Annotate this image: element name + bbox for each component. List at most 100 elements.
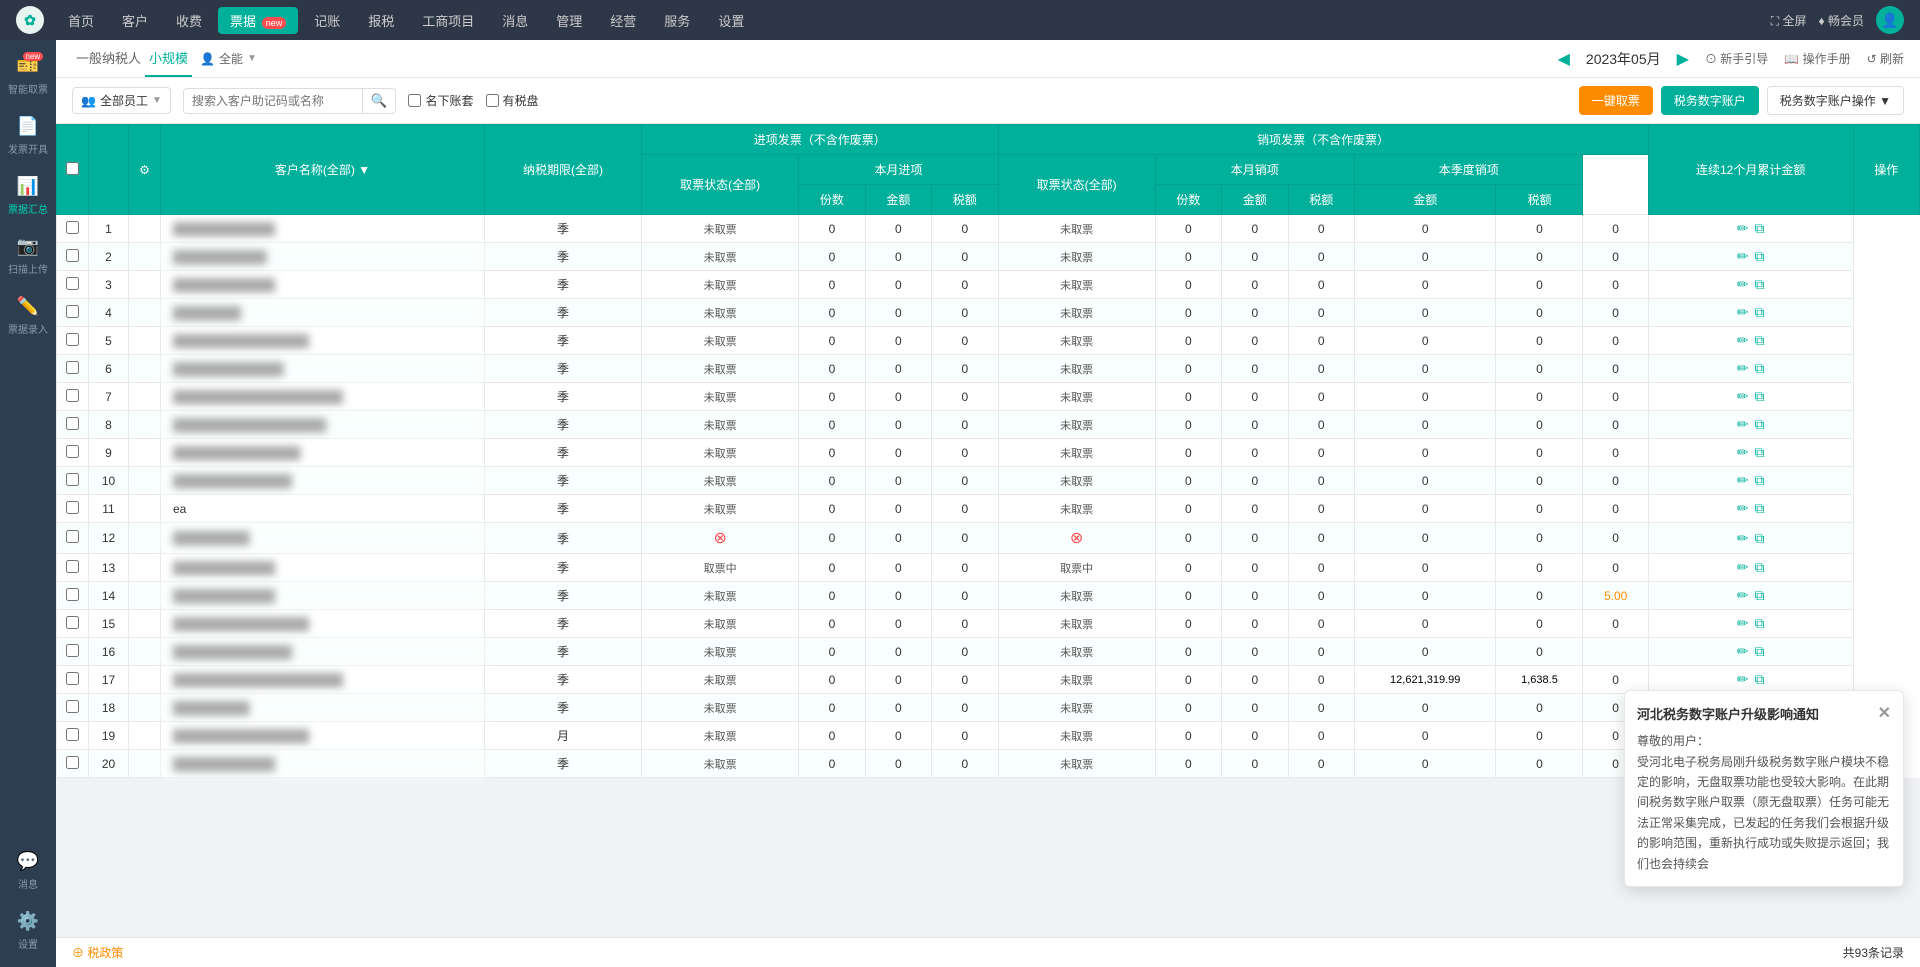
row-select-checkbox[interactable] <box>66 473 79 486</box>
row-checkbox[interactable] <box>57 523 89 554</box>
row-select-checkbox[interactable] <box>66 389 79 402</box>
row-checkbox[interactable] <box>57 299 89 327</box>
row-select-checkbox[interactable] <box>66 616 79 629</box>
sidebar-item-message[interactable]: 💬 消息 <box>2 843 54 899</box>
nav-message[interactable]: 消息 <box>490 7 540 34</box>
sidebar-item-settings[interactable]: ⚙️ 设置 <box>2 903 54 959</box>
one-click-ticket-btn[interactable]: 一键取票 <box>1579 86 1653 115</box>
row-checkbox[interactable] <box>57 666 89 694</box>
row-select-checkbox[interactable] <box>66 560 79 573</box>
copy-icon[interactable]: ⧉ <box>1755 559 1765 576</box>
sidebar-item-scan-upload[interactable]: 📷 扫描上传 <box>2 228 54 284</box>
row-select-checkbox[interactable] <box>66 644 79 657</box>
edit-icon[interactable]: ✏ <box>1737 472 1749 489</box>
row-checkbox[interactable] <box>57 327 89 355</box>
copy-icon[interactable]: ⧉ <box>1755 587 1765 604</box>
nav-business[interactable]: 工商项目 <box>410 7 486 34</box>
copy-icon[interactable]: ⧉ <box>1755 248 1765 265</box>
tax-digital-ops-btn[interactable]: 税务数字账户操作 ▼ <box>1767 86 1904 115</box>
edit-icon[interactable]: ✏ <box>1737 276 1749 293</box>
prev-month-btn[interactable]: ◀ <box>1558 49 1570 69</box>
copy-icon[interactable]: ⧉ <box>1755 276 1765 293</box>
edit-icon[interactable]: ✏ <box>1737 530 1749 547</box>
edit-icon[interactable]: ✏ <box>1737 559 1749 576</box>
nav-invoice[interactable]: 票据 new <box>218 7 298 34</box>
row-select-checkbox[interactable] <box>66 672 79 685</box>
row-select-checkbox[interactable] <box>66 221 79 234</box>
new-guide-btn[interactable]: ⊙ 新手引导 <box>1705 50 1768 67</box>
copy-icon[interactable]: ⧉ <box>1755 472 1765 489</box>
edit-icon[interactable]: ✏ <box>1737 444 1749 461</box>
edit-icon[interactable]: ✏ <box>1737 500 1749 517</box>
sidebar-item-ticket-summary[interactable]: 📊 票据汇总 <box>2 168 54 224</box>
edit-icon[interactable]: ✏ <box>1737 248 1749 265</box>
copy-icon[interactable]: ⧉ <box>1755 416 1765 433</box>
row-checkbox[interactable] <box>57 383 89 411</box>
refresh-btn[interactable]: ↺ 刷新 <box>1867 50 1904 67</box>
nav-client[interactable]: 客户 <box>110 7 160 34</box>
row-checkbox[interactable] <box>57 215 89 243</box>
member-btn[interactable]: ♦ 畅会员 <box>1819 12 1864 29</box>
tab-small-scale[interactable]: 小规模 <box>145 40 192 77</box>
under-account-input[interactable] <box>408 94 421 107</box>
has-tax-disk-input[interactable] <box>486 94 499 107</box>
edit-icon[interactable]: ✏ <box>1737 643 1749 660</box>
row-select-checkbox[interactable] <box>66 305 79 318</box>
row-checkbox[interactable] <box>57 610 89 638</box>
under-account-checkbox[interactable]: 名下账套 <box>408 92 473 109</box>
employee-filter[interactable]: 👥 全部员工 ▼ <box>72 87 171 114</box>
row-select-checkbox[interactable] <box>66 333 79 346</box>
edit-icon[interactable]: ✏ <box>1737 671 1749 688</box>
copy-icon[interactable]: ⧉ <box>1755 444 1765 461</box>
copy-icon[interactable]: ⧉ <box>1755 304 1765 321</box>
app-logo[interactable]: ✿ <box>16 6 44 34</box>
sidebar-item-smart-ticket[interactable]: 🎫 new 智能取票 <box>2 48 54 104</box>
row-select-checkbox[interactable] <box>66 530 79 543</box>
tax-policy-link[interactable]: ⊕ 税政策 <box>72 944 123 961</box>
row-checkbox[interactable] <box>57 355 89 383</box>
row-checkbox[interactable] <box>57 439 89 467</box>
row-checkbox[interactable] <box>57 638 89 666</box>
row-checkbox[interactable] <box>57 722 89 750</box>
search-input[interactable] <box>183 88 363 114</box>
notification-close-btn[interactable]: ✕ <box>1878 703 1891 723</box>
copy-icon[interactable]: ⧉ <box>1755 671 1765 688</box>
row-select-checkbox[interactable] <box>66 277 79 290</box>
fullscreen-btn[interactable]: ⛶ 全屏 <box>1771 12 1807 29</box>
copy-icon[interactable]: ⧉ <box>1755 500 1765 517</box>
nav-fee[interactable]: 收费 <box>164 7 214 34</box>
row-checkbox[interactable] <box>57 554 89 582</box>
row-checkbox[interactable] <box>57 694 89 722</box>
row-checkbox[interactable] <box>57 271 89 299</box>
row-select-checkbox[interactable] <box>66 501 79 514</box>
tab-all[interactable]: 👤 全能 ▼ <box>200 50 257 67</box>
user-avatar[interactable]: 👤 <box>1876 6 1904 34</box>
edit-icon[interactable]: ✏ <box>1737 615 1749 632</box>
manual-btn[interactable]: 📖 操作手册 <box>1784 50 1850 67</box>
edit-icon[interactable]: ✏ <box>1737 360 1749 377</box>
edit-icon[interactable]: ✏ <box>1737 388 1749 405</box>
edit-icon[interactable]: ✏ <box>1737 332 1749 349</box>
row-checkbox[interactable] <box>57 243 89 271</box>
row-select-checkbox[interactable] <box>66 756 79 769</box>
sidebar-item-invoice-open[interactable]: 📄 发票开具 <box>2 108 54 164</box>
row-checkbox[interactable] <box>57 582 89 610</box>
row-select-checkbox[interactable] <box>66 700 79 713</box>
row-select-checkbox[interactable] <box>66 728 79 741</box>
copy-icon[interactable]: ⧉ <box>1755 643 1765 660</box>
nav-bookkeeping[interactable]: 记账 <box>302 7 352 34</box>
row-checkbox[interactable] <box>57 467 89 495</box>
row-checkbox[interactable] <box>57 495 89 523</box>
row-checkbox[interactable] <box>57 750 89 778</box>
copy-icon[interactable]: ⧉ <box>1755 332 1765 349</box>
row-select-checkbox[interactable] <box>66 361 79 374</box>
nav-tax[interactable]: 报税 <box>356 7 406 34</box>
copy-icon[interactable]: ⧉ <box>1755 360 1765 377</box>
row-select-checkbox[interactable] <box>66 249 79 262</box>
tax-digital-btn[interactable]: 税务数字账户 <box>1661 86 1759 115</box>
copy-icon[interactable]: ⧉ <box>1755 220 1765 237</box>
copy-icon[interactable]: ⧉ <box>1755 388 1765 405</box>
has-tax-disk-checkbox[interactable]: 有税盘 <box>486 92 539 109</box>
row-select-checkbox[interactable] <box>66 588 79 601</box>
edit-icon[interactable]: ✏ <box>1737 587 1749 604</box>
